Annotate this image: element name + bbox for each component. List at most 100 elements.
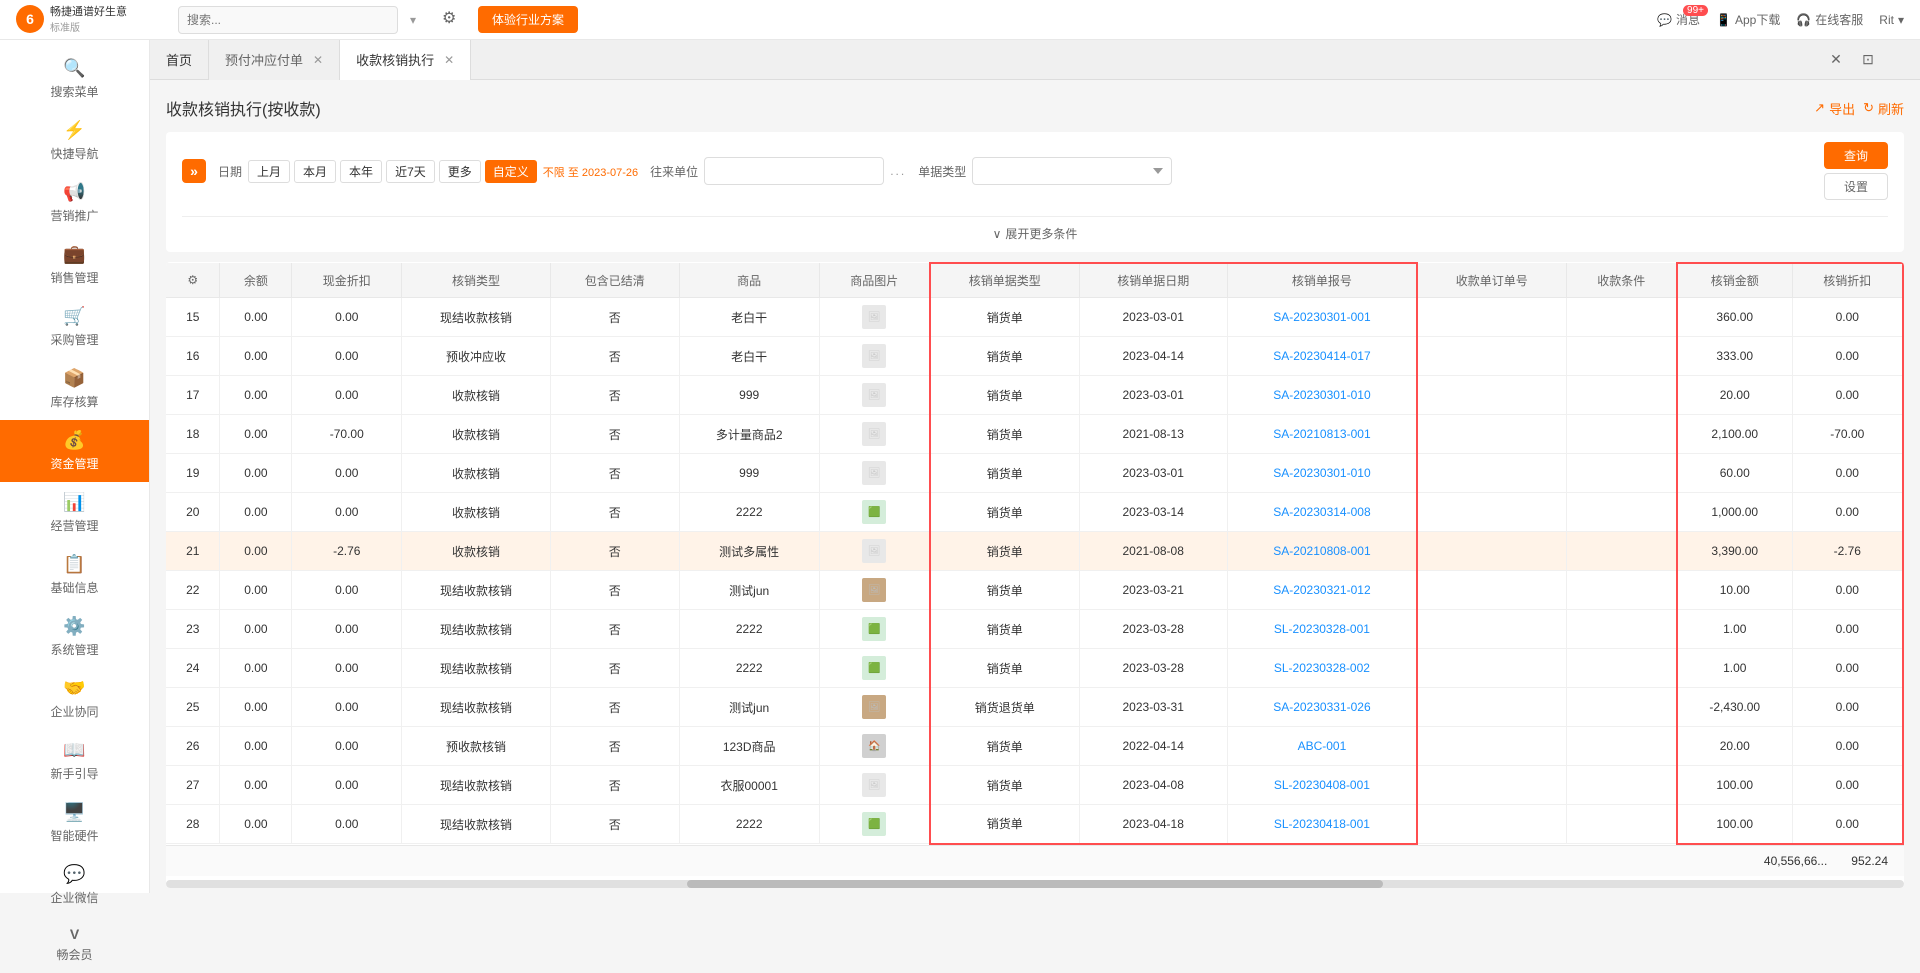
bill-no-link[interactable]: SL-20230328-001 — [1274, 622, 1370, 636]
footer-cancel-amount: 40,556,66... — [1764, 854, 1827, 868]
cell-cancel-bill-no[interactable]: SL-20230328-001 — [1227, 610, 1417, 649]
sidebar-item-sales[interactable]: 💼 销售管理 — [0, 234, 149, 296]
top-bar: 6 畅捷通谱好生意 标准版 ▾ ⚙ 体验行业方案 💬 消息 99+ 📱 App下… — [0, 0, 1920, 40]
tab-receipts[interactable]: 收款核销执行 ✕ — [340, 40, 471, 80]
tab-prepayment[interactable]: 预付冲应付单 ✕ — [209, 40, 340, 80]
bill-no-link[interactable]: SA-20230414-017 — [1273, 349, 1370, 363]
table-row: 200.000.00收款核销否2222🟩销货单2023-03-14SA-2023… — [166, 493, 1903, 532]
cell-cancel-bill-type: 销货退货单 — [930, 688, 1079, 727]
purchase-icon: 🛒 — [63, 306, 85, 327]
sidebar-item-wechat[interactable]: 💬 企业微信 — [0, 854, 149, 916]
horizontal-scrollbar[interactable] — [166, 880, 1904, 888]
cell-receipt-order-no — [1417, 805, 1566, 844]
sidebar-item-management[interactable]: 📊 经营管理 — [0, 482, 149, 544]
bill-no-link[interactable]: SA-20210808-001 — [1273, 544, 1370, 558]
cell-cancel-bill-no[interactable]: SA-20230314-008 — [1227, 493, 1417, 532]
sidebar-item-basic[interactable]: 📋 基础信息 — [0, 544, 149, 606]
goods-image: 🖼 — [862, 578, 886, 602]
cell-cancel-bill-no[interactable]: SL-20230408-001 — [1227, 766, 1417, 805]
scroll-thumb[interactable] — [687, 880, 1382, 888]
cell-cancel-bill-no[interactable]: SA-20210813-001 — [1227, 415, 1417, 454]
cell-cancel-type: 现结收款核销 — [402, 688, 550, 727]
sidebar-item-collab[interactable]: 🤝 企业协同 — [0, 668, 149, 730]
bill-no-link[interactable]: SA-20230301-010 — [1273, 388, 1370, 402]
sidebar-label-purchase: 采购管理 — [50, 331, 98, 348]
tab-expand-btn[interactable]: ⊡ — [1856, 48, 1880, 72]
app-download-btn[interactable]: 📱 App下载 — [1716, 11, 1780, 28]
cell-cancel-bill-no[interactable]: SL-20230418-001 — [1227, 805, 1417, 844]
sidebar-item-purchase[interactable]: 🛒 采购管理 — [0, 296, 149, 358]
date-filter-group: 日期 上月 本月 本年 近7天 更多 自定义 不限 至 2023-07-26 — [218, 160, 638, 183]
bill-no-link[interactable]: SA-20230321-012 — [1273, 583, 1370, 597]
cell-receipt-condition — [1566, 688, 1677, 727]
logo-area: 6 畅捷通谱好生意 标准版 — [16, 5, 166, 34]
partner-input[interactable] — [704, 157, 884, 185]
message-icon-area[interactable]: 💬 消息 99+ — [1657, 11, 1700, 28]
sidebar-item-hardware[interactable]: 🖥️ 智能硬件 — [0, 792, 149, 854]
date-btn-this-year[interactable]: 本年 — [340, 160, 382, 183]
type-select[interactable] — [972, 157, 1172, 185]
cell-include-settled: 否 — [550, 376, 679, 415]
search-input[interactable] — [178, 6, 398, 34]
bill-no-link[interactable]: SL-20230408-001 — [1274, 778, 1370, 792]
user-profile[interactable]: Rit ▾ — [1879, 13, 1904, 27]
sidebar-item-guide[interactable]: 📖 新手引导 — [0, 730, 149, 792]
cell-cancel-bill-no[interactable]: SA-20210808-001 — [1227, 532, 1417, 571]
sidebar-item-marketing[interactable]: 📢 营销推广 — [0, 172, 149, 234]
cell-receipt-order-no — [1417, 415, 1566, 454]
cell-cancel-bill-no[interactable]: SA-20230301-010 — [1227, 454, 1417, 493]
export-button[interactable]: ↗ 导出 — [1814, 99, 1855, 118]
type-filter-group: 单据类型 — [918, 157, 1172, 185]
cell-cancel-bill-type: 销货单 — [930, 805, 1079, 844]
date-preset-btns: 上月 本月 本年 近7天 更多 自定义 — [248, 160, 537, 183]
bill-no-link[interactable]: SL-20230418-001 — [1274, 817, 1370, 831]
cell-balance: 0.00 — [220, 766, 292, 805]
cell-cancel-discount: 0.00 — [1792, 805, 1903, 844]
cell-cancel-bill-no[interactable]: SA-20230301-010 — [1227, 376, 1417, 415]
date-btn-7days[interactable]: 近7天 — [386, 160, 435, 183]
bill-no-link[interactable]: SA-20230301-010 — [1273, 466, 1370, 480]
query-button[interactable]: 查询 — [1824, 142, 1888, 169]
bill-no-link[interactable]: ABC-001 — [1298, 739, 1347, 753]
online-service-btn[interactable]: 🎧 在线客服 — [1796, 11, 1863, 28]
sidebar-item-search[interactable]: 🔍 搜索菜单 — [0, 48, 149, 110]
expand-more-conditions[interactable]: ∨ 展开更多条件 — [182, 216, 1888, 242]
th-settings[interactable]: ⚙ — [166, 263, 220, 298]
cell-cancel-bill-no[interactable]: ABC-001 — [1227, 727, 1417, 766]
cell-cancel-bill-date: 2021-08-13 — [1079, 415, 1227, 454]
bill-no-link[interactable]: SA-20230301-001 — [1273, 310, 1370, 324]
sidebar-item-vip[interactable]: V 畅会员 — [0, 916, 149, 973]
cell-cancel-bill-no[interactable]: SA-20230321-012 — [1227, 571, 1417, 610]
sidebar-item-inventory[interactable]: 📦 库存核算 — [0, 358, 149, 420]
refresh-button[interactable]: ↻ 刷新 — [1863, 99, 1904, 118]
bill-no-link[interactable]: SA-20230314-008 — [1273, 505, 1370, 519]
gear-icon[interactable]: ⚙ — [442, 8, 466, 32]
cell-cancel-bill-no[interactable]: SA-20230414-017 — [1227, 337, 1417, 376]
tab-close-receipts[interactable]: ✕ — [444, 53, 454, 67]
tab-home[interactable]: 首页 — [150, 40, 209, 80]
cell-cancel-bill-no[interactable]: SA-20230331-026 — [1227, 688, 1417, 727]
cell-cancel-bill-no[interactable]: SA-20230301-001 — [1227, 298, 1417, 337]
bill-no-link[interactable]: SA-20210813-001 — [1273, 427, 1370, 441]
setting-button[interactable]: 设置 — [1824, 173, 1888, 200]
filter-expand-btn[interactable]: » — [182, 159, 206, 183]
sidebar-item-finance[interactable]: 💰 资金管理 — [0, 420, 149, 482]
date-btn-this-month[interactable]: 本月 — [294, 160, 336, 183]
tab-close-btn[interactable]: ✕ — [1824, 48, 1848, 72]
date-btn-more[interactable]: 更多 — [439, 160, 481, 183]
bill-no-link[interactable]: SL-20230328-002 — [1274, 661, 1370, 675]
row-number: 19 — [166, 454, 220, 493]
cell-balance: 0.00 — [220, 454, 292, 493]
cell-cancel-bill-no[interactable]: SL-20230328-002 — [1227, 649, 1417, 688]
date-btn-custom[interactable]: 自定义 — [485, 160, 537, 183]
cell-receipt-condition — [1566, 454, 1677, 493]
dropdown-icon[interactable]: ▾ — [410, 13, 430, 27]
page-actions: ↗ 导出 ↻ 刷新 — [1814, 99, 1904, 118]
tab-close-prepayment[interactable]: ✕ — [313, 53, 323, 67]
sidebar-item-system[interactable]: ⚙️ 系统管理 — [0, 606, 149, 668]
bill-no-link[interactable]: SA-20230331-026 — [1273, 700, 1370, 714]
industry-button[interactable]: 体验行业方案 — [478, 6, 578, 33]
sidebar-item-nav[interactable]: ⚡ 快捷导航 — [0, 110, 149, 172]
partner-label: 往来单位 — [650, 163, 698, 180]
date-btn-last-month[interactable]: 上月 — [248, 160, 290, 183]
